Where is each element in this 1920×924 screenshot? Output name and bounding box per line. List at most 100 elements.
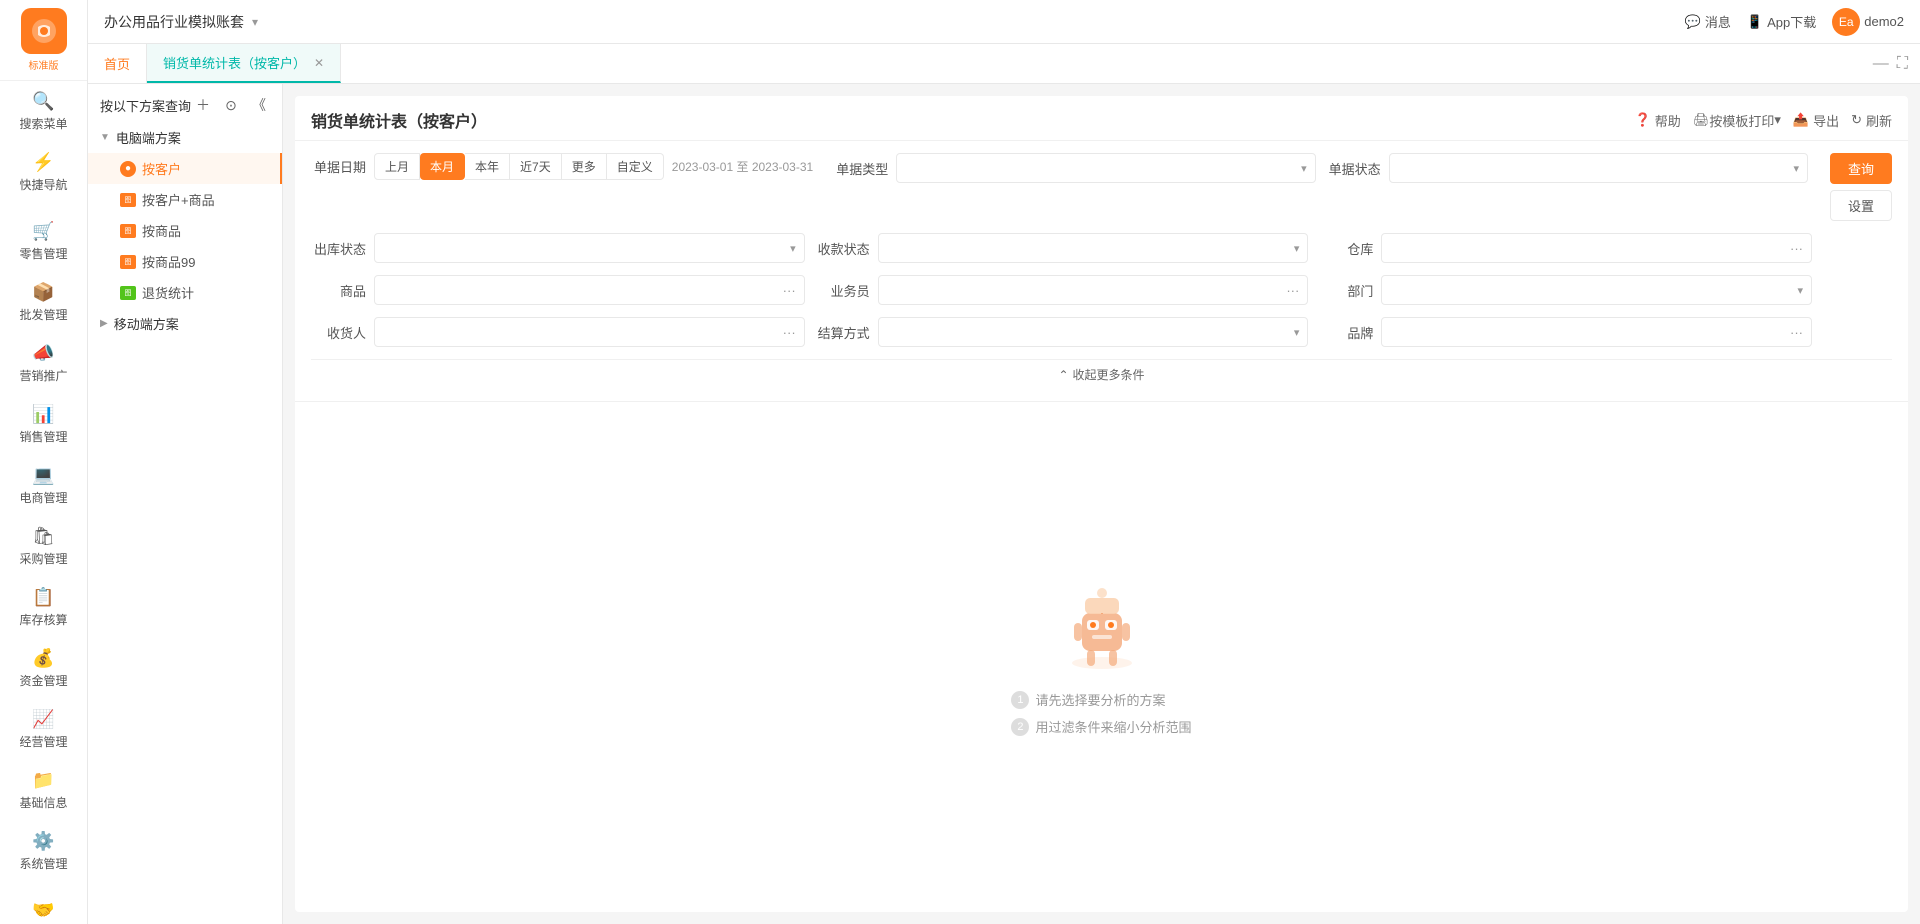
filter-item-department: 部门 ▾ bbox=[1318, 275, 1812, 305]
purchase-icon: 🛍 bbox=[32, 526, 55, 547]
sidebar-item-sales[interactable]: 📊 销售管理 bbox=[0, 394, 87, 455]
date-this-year[interactable]: 本年 bbox=[465, 153, 510, 180]
sidebar-item-retail[interactable]: 🛒 零售管理 bbox=[0, 211, 87, 272]
ecom-icon: 💻 bbox=[32, 465, 54, 486]
sidebar-label-retail: 零售管理 bbox=[19, 245, 67, 262]
scheme-item-return-stat[interactable]: 图 退货统计 bbox=[88, 277, 282, 308]
tab-home[interactable]: 首页 bbox=[88, 44, 147, 83]
header-dropdown-icon[interactable]: ▾ bbox=[252, 15, 258, 29]
sidebar-label-marketing: 营销推广 bbox=[19, 367, 67, 384]
content-area: 销货单统计表（按客户） ❓ 帮助 🖨 按模板打印 ▾ 📤 导出 bbox=[295, 96, 1908, 912]
user-name: demo2 bbox=[1864, 14, 1904, 29]
scheme-item-by-customer-goods[interactable]: 图 按客户+商品 bbox=[88, 184, 282, 215]
refresh-btn[interactable]: ↻ 刷新 bbox=[1851, 111, 1892, 130]
sidebar-item-ops[interactable]: 📈 经营管理 bbox=[0, 699, 87, 760]
sidebar-item-marketing[interactable]: 📣 营销推广 bbox=[0, 333, 87, 394]
add-scheme-btn[interactable]: ＋ bbox=[192, 94, 214, 116]
empty-tips: 1 请先选择要分析的方案 2 用过滤条件来缩小分析范围 bbox=[1011, 690, 1191, 736]
by-goods-99-icon: 图 bbox=[120, 255, 136, 269]
scheme-group-desktop-header[interactable]: ▼ 电脑端方案 bbox=[88, 122, 282, 153]
brand-select[interactable]: ··· bbox=[1381, 317, 1812, 347]
scheme-panel-actions: ＋ ⊙ 《 bbox=[192, 94, 270, 116]
header: 办公用品行业模拟账套 ▾ 💬 消息 📱 App下载 Ea demo2 bbox=[88, 0, 1920, 44]
salesperson-select[interactable]: ··· bbox=[878, 275, 1309, 305]
sidebar-item-finance[interactable]: 💰 资金管理 bbox=[0, 638, 87, 699]
order-status-label: 单据状态 bbox=[1326, 159, 1381, 178]
query-button[interactable]: 查询 bbox=[1830, 153, 1892, 184]
scheme-group-mobile: ▶ 移动端方案 bbox=[88, 308, 282, 339]
return-stat-label: 退货统计 bbox=[142, 283, 194, 302]
ops-icon: 📈 bbox=[32, 709, 54, 730]
help-icon: ❓ bbox=[1635, 112, 1651, 128]
sidebar-item-inventory[interactable]: 📋 库存核算 bbox=[0, 577, 87, 638]
order-status-select[interactable]: ▾ bbox=[1389, 153, 1808, 183]
help-label: 帮助 bbox=[1655, 111, 1681, 130]
sidebar-item-search[interactable]: 🔍 搜索菜单 bbox=[0, 81, 87, 142]
tab-close-btn[interactable]: ✕ bbox=[314, 56, 324, 70]
department-arrow: ▾ bbox=[1797, 284, 1803, 297]
sidebar-item-basic[interactable]: 📁 基础信息 bbox=[0, 760, 87, 821]
export-icon: 📤 bbox=[1793, 112, 1809, 128]
print-btn[interactable]: 🖨 按模板打印 ▾ bbox=[1693, 111, 1781, 130]
date-custom[interactable]: 自定义 bbox=[607, 153, 664, 180]
sidebar-label-purchase: 采购管理 bbox=[19, 550, 67, 567]
search-icon: 🔍 bbox=[32, 91, 54, 112]
filter-item-receiver: 收货人 ··· bbox=[311, 317, 805, 347]
payment-status-select[interactable]: ▾ bbox=[878, 233, 1309, 263]
settings-scheme-btn[interactable]: ⊙ bbox=[220, 94, 242, 116]
sidebar-item-system[interactable]: ⚙️ 系统管理 bbox=[0, 821, 87, 882]
return-stat-icon: 图 bbox=[120, 286, 136, 300]
scheme-item-by-goods[interactable]: 图 按商品 bbox=[88, 215, 282, 246]
collapse-scheme-btn[interactable]: 《 bbox=[248, 94, 270, 116]
app-download-btn[interactable]: 📱 App下载 bbox=[1747, 12, 1816, 31]
scheme-panel-title: 按以下方案查询 bbox=[100, 96, 191, 115]
goods-select[interactable]: ··· bbox=[374, 275, 805, 305]
receiver-select[interactable]: ··· bbox=[374, 317, 805, 347]
stock-status-select[interactable]: ▾ bbox=[374, 233, 805, 263]
export-label: 导出 bbox=[1813, 111, 1839, 130]
warehouse-select[interactable]: ··· bbox=[1381, 233, 1812, 263]
settlement-select[interactable]: ▾ bbox=[878, 317, 1309, 347]
user-profile-btn[interactable]: Ea demo2 bbox=[1832, 8, 1904, 36]
tab-spacer bbox=[341, 44, 1861, 83]
desktop-group-label: 电脑端方案 bbox=[116, 128, 181, 147]
by-customer-icon: ● bbox=[120, 161, 136, 177]
sidebar-item-quick-nav[interactable]: ⚡ 快捷导航 bbox=[0, 142, 87, 203]
settings-button[interactable]: 设置 bbox=[1830, 190, 1892, 221]
main-content: 办公用品行业模拟账套 ▾ 💬 消息 📱 App下载 Ea demo2 首页 销货… bbox=[88, 0, 1920, 924]
print-label: 按模板打印 bbox=[1709, 111, 1774, 130]
order-status-control: ▾ bbox=[1389, 153, 1808, 183]
stock-status-arrow: ▾ bbox=[790, 242, 796, 255]
collapse-bar[interactable]: ⌃ 收起更多条件 bbox=[311, 359, 1892, 389]
scheme-group-mobile-header[interactable]: ▶ 移动端方案 bbox=[88, 308, 282, 339]
sidebar-label-wholesale: 批发管理 bbox=[19, 306, 67, 323]
filter-item-payment-status: 收款状态 ▾ bbox=[815, 233, 1309, 263]
filter-item-stock-status: 出库状态 ▾ bbox=[311, 233, 805, 263]
filter-item-order-status: 单据状态 ▾ bbox=[1326, 153, 1808, 183]
date-last-month[interactable]: 上月 bbox=[374, 153, 420, 180]
goods-ellipsis: ··· bbox=[783, 283, 796, 298]
home-tab-label: 首页 bbox=[104, 54, 130, 73]
empty-state-area: 1 请先选择要分析的方案 2 用过滤条件来缩小分析范围 bbox=[295, 402, 1908, 912]
receiver-label: 收货人 bbox=[311, 323, 366, 342]
tab-sales-stat[interactable]: 销货单统计表（按客户） ✕ bbox=[147, 44, 341, 83]
export-btn[interactable]: 📤 导出 bbox=[1793, 111, 1839, 130]
order-type-select[interactable]: ▾ bbox=[896, 153, 1315, 183]
message-btn[interactable]: 💬 消息 bbox=[1685, 12, 1731, 31]
sidebar-item-ecom[interactable]: 💻 电商管理 bbox=[0, 455, 87, 516]
sidebar-label-ops: 经营管理 bbox=[19, 733, 67, 750]
minimize-btn[interactable]: — bbox=[1873, 55, 1889, 73]
scheme-item-by-goods-99[interactable]: 图 按商品99 bbox=[88, 246, 282, 277]
maximize-btn[interactable]: ⛶ bbox=[1897, 55, 1908, 73]
sidebar-item-corp[interactable]: 🤝 企业协同 bbox=[0, 890, 87, 924]
date-label: 单据日期 bbox=[311, 157, 366, 176]
date-last-7[interactable]: 近7天 bbox=[510, 153, 562, 180]
date-this-month[interactable]: 本月 bbox=[420, 153, 465, 180]
sidebar-item-purchase[interactable]: 🛍 采购管理 bbox=[0, 516, 87, 577]
sidebar-label-system: 系统管理 bbox=[19, 855, 67, 872]
date-more[interactable]: 更多 bbox=[562, 153, 607, 180]
sidebar-item-wholesale[interactable]: 📦 批发管理 bbox=[0, 272, 87, 333]
department-select[interactable]: ▾ bbox=[1381, 275, 1812, 305]
scheme-item-by-customer[interactable]: ● 按客户 bbox=[88, 153, 282, 184]
help-btn[interactable]: ❓ 帮助 bbox=[1635, 111, 1681, 130]
